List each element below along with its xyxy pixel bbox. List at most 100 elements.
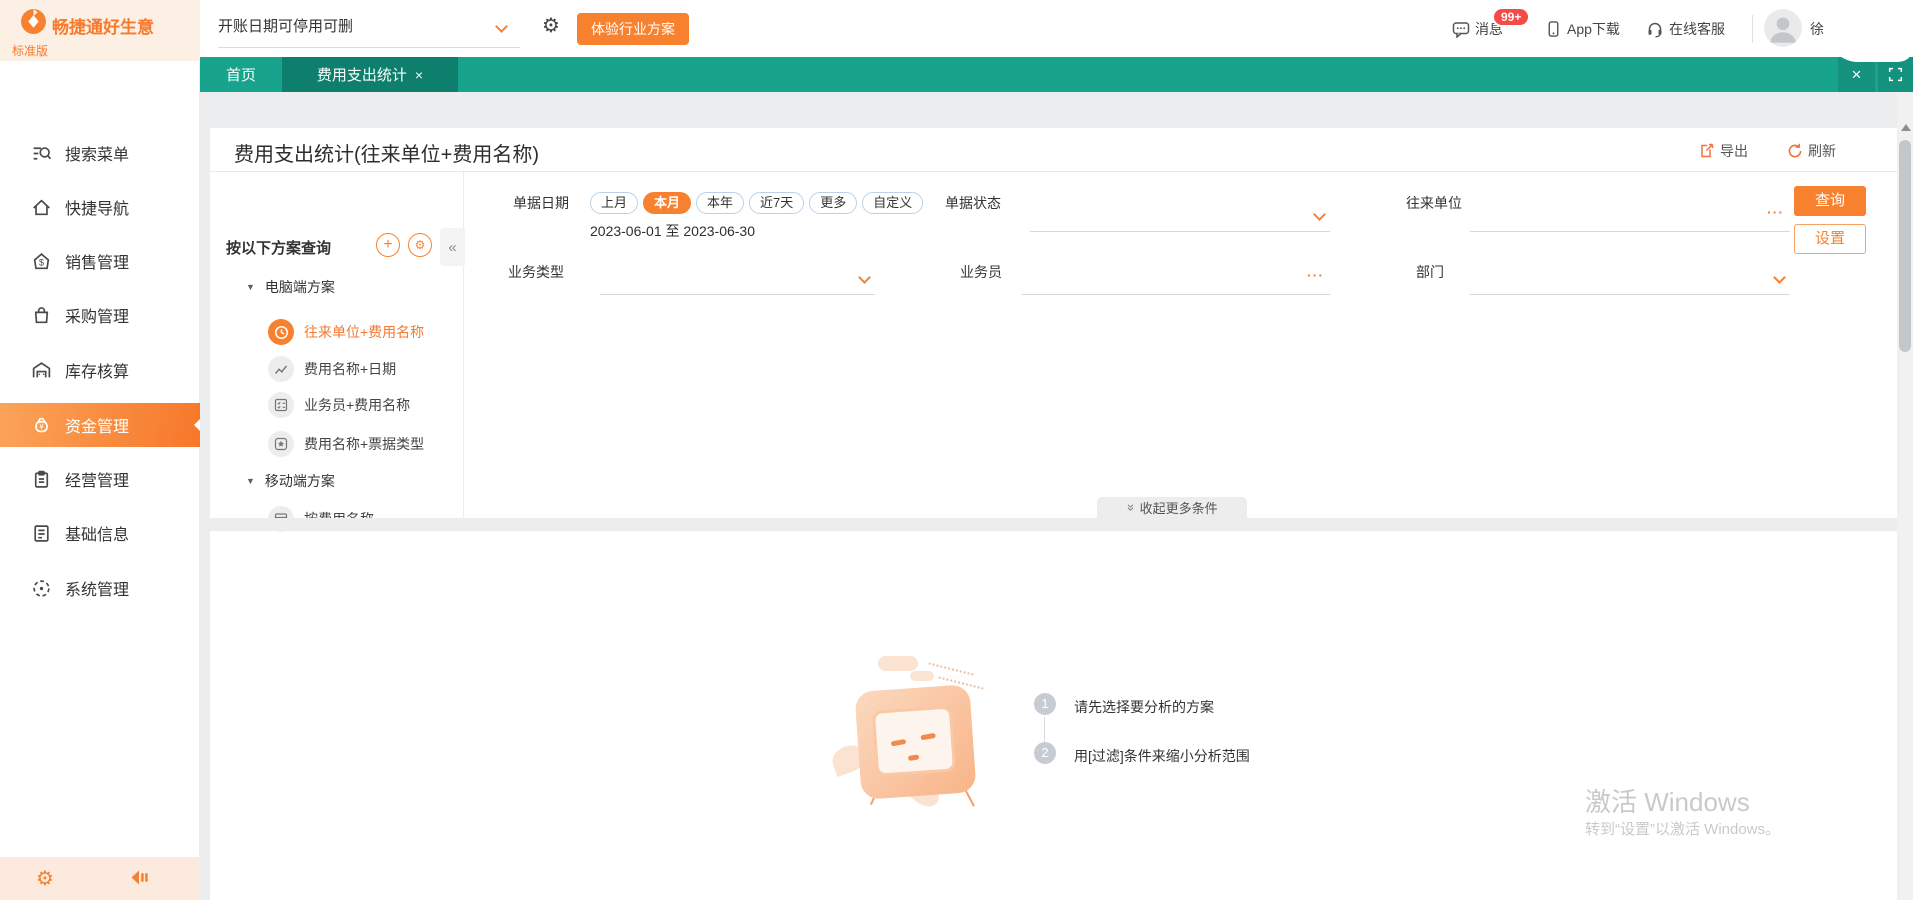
tree-item-label: 业务员+费用名称 — [304, 397, 411, 413]
step-2-badge: 2 — [1034, 742, 1056, 764]
clipboard-icon — [34, 470, 49, 488]
refresh-label: 刷新 — [1808, 143, 1836, 159]
ellipsis-picker-icon[interactable]: ··· — [1307, 267, 1324, 283]
selected-notch — [194, 419, 200, 431]
svg-text:¥: ¥ — [39, 422, 44, 431]
sidebar-item-label: 基础信息 — [65, 527, 130, 544]
app-root: 畅捷通好生意 标准版 开账日期可停用可删 ⚙ 体验行业方案 消息 99+ App… — [0, 0, 1913, 900]
phone-icon — [1548, 21, 1559, 37]
sidebar-item-search-menu[interactable]: 搜索菜单 — [0, 131, 200, 175]
chevron-down-icon — [1773, 271, 1786, 284]
screenshot-artifact-blob — [1828, 4, 1913, 62]
step-1-badge: 1 — [1034, 693, 1056, 715]
tab-home-label: 首页 — [225, 67, 256, 84]
tree-item-partner-expense[interactable]: 往来单位+费用名称 — [268, 318, 424, 346]
tree-item-expense-date[interactable]: 费用名称+日期 — [268, 355, 396, 383]
messages-badge: 99+ — [1494, 9, 1529, 25]
sidebar-item-operations[interactable]: 经营管理 — [0, 457, 200, 501]
money-bag-icon: ¥ — [35, 417, 48, 432]
ellipsis-picker-icon[interactable]: ··· — [1767, 204, 1784, 220]
account-period-select[interactable]: 开账日期可停用可删 — [218, 10, 520, 48]
date-option-pills: 上月 本月 本年 近7天 更多 自定义 — [590, 192, 928, 214]
brand-edition-label: 标准版 — [12, 44, 49, 58]
sidebar-item-label: 快捷导航 — [65, 201, 130, 218]
pill-this-year[interactable]: 本年 — [696, 192, 745, 214]
mascot-eye — [920, 732, 936, 741]
salesman-filter-input[interactable]: ··· — [1022, 265, 1330, 295]
settings-button[interactable]: 设置 — [1794, 224, 1866, 254]
sidebar-item-funds[interactable]: ¥ 资金管理 — [0, 403, 200, 447]
tab-home[interactable]: 首页 — [200, 57, 282, 92]
status-filter-input[interactable] — [1030, 202, 1330, 232]
biztype-filter-input[interactable] — [600, 265, 875, 295]
sidebar-item-purchase[interactable]: 采购管理 — [0, 293, 200, 337]
header-gear-icon[interactable]: ⚙ — [542, 16, 560, 36]
add-scheme-button[interactable]: + — [376, 233, 400, 257]
collapse-panel-button[interactable]: « — [440, 228, 465, 266]
message-icon — [1452, 22, 1470, 38]
caret-down-icon: ▼ — [246, 282, 255, 292]
tab-bar: 首页 费用支出统计 × × — [200, 57, 1913, 92]
tabs-close-all-button[interactable]: × — [1838, 57, 1875, 92]
tree-item-label: 往来单位+费用名称 — [304, 324, 425, 340]
tab-close-icon[interactable]: × — [415, 67, 423, 83]
date-range-value[interactable]: 2023-06-01 至 2023-06-30 — [590, 220, 755, 242]
dept-filter-input[interactable] — [1470, 265, 1790, 295]
section-divider-band — [210, 518, 1897, 531]
sidebar-item-quick-nav[interactable]: 快捷导航 — [0, 185, 200, 229]
tab-expense-stats[interactable]: 费用支出统计 × — [282, 57, 458, 92]
fullscreen-icon — [1888, 67, 1903, 82]
scheme-settings-button[interactable]: ⚙ — [408, 233, 432, 257]
scrollbar-up-arrow[interactable] — [1901, 124, 1911, 131]
pill-last-month[interactable]: 上月 — [590, 192, 639, 214]
online-service-button[interactable]: 在线客服 — [1646, 18, 1725, 40]
svg-text:$: $ — [39, 257, 44, 267]
dotted-line — [928, 662, 974, 676]
pill-last-7-days[interactable]: 近7天 — [749, 192, 805, 214]
collapse-more-conditions[interactable]: « 收起更多条件 — [1097, 497, 1247, 518]
chevron-down-icon — [495, 20, 508, 33]
checklist-icon — [268, 392, 294, 418]
sidebar-item-label: 销售管理 — [65, 255, 130, 272]
refresh-button[interactable]: 刷新 — [1787, 141, 1836, 161]
avatar[interactable] — [1764, 9, 1802, 47]
sidebar-item-sales[interactable]: $ 销售管理 — [0, 239, 200, 283]
brand-logo-icon — [21, 9, 46, 34]
sidebar-nav: 搜索菜单 快捷导航 $ 销售管理 采购管理 库存核算 ¥ 资金管理 经营管理 基… — [0, 61, 200, 857]
person-icon — [1764, 9, 1802, 47]
tree-item-salesman-expense[interactable]: 业务员+费用名称 — [268, 391, 410, 419]
tree-item-label: 费用名称+日期 — [304, 361, 397, 377]
tree-group-desktop[interactable]: ▼ 电脑端方案 — [246, 276, 335, 298]
collapse-more-label: 收起更多条件 — [1139, 501, 1218, 516]
footer-gear-icon[interactable]: ⚙ — [36, 866, 54, 891]
date-filter-label: 单据日期 — [513, 195, 569, 211]
chevron-down-icon — [1313, 208, 1326, 221]
online-service-label: 在线客服 — [1669, 21, 1725, 37]
partner-filter-input[interactable]: ··· — [1470, 202, 1790, 232]
sound-mute-icon[interactable] — [128, 868, 149, 887]
pill-this-month[interactable]: 本月 — [643, 192, 692, 214]
tree-item-expense-billtype[interactable]: 费用名称+票据类型 — [268, 430, 424, 458]
sidebar-item-basic-info[interactable]: 基础信息 — [0, 511, 200, 555]
refresh-icon — [1788, 143, 1802, 158]
windows-activation-watermark: 激活 Windows — [1585, 787, 1750, 817]
query-button[interactable]: 查询 — [1794, 186, 1866, 216]
sidebar-item-label: 搜索菜单 — [65, 147, 130, 164]
scheme-panel: 按以下方案查询 + ⚙ « ▼ 电脑端方案 往来单位+费用名称 费用名称+日期 … — [210, 172, 465, 532]
app-download-button[interactable]: App下载 — [1545, 18, 1620, 40]
trial-plan-button[interactable]: 体验行业方案 — [577, 13, 689, 45]
page-title-row: 费用支出统计(往来单位+费用名称) 导出 刷新 — [210, 128, 1897, 172]
scrollbar-thumb[interactable] — [1899, 140, 1911, 352]
fullscreen-button[interactable] — [1878, 57, 1913, 92]
collapse-left-icon: « — [448, 238, 457, 256]
export-button[interactable]: 导出 — [1699, 141, 1748, 161]
export-icon — [1701, 143, 1714, 158]
sidebar-item-system[interactable]: 系统管理 — [0, 566, 200, 610]
header-divider — [1752, 15, 1753, 43]
plus-icon: + — [383, 236, 393, 253]
pill-custom[interactable]: 自定义 — [862, 192, 924, 214]
tree-group-mobile[interactable]: ▼ 移动端方案 — [246, 470, 335, 492]
sidebar-item-inventory[interactable]: 库存核算 — [0, 348, 200, 392]
pill-more[interactable]: 更多 — [809, 192, 858, 214]
chevrons-up-icon: « — [1122, 503, 1138, 512]
